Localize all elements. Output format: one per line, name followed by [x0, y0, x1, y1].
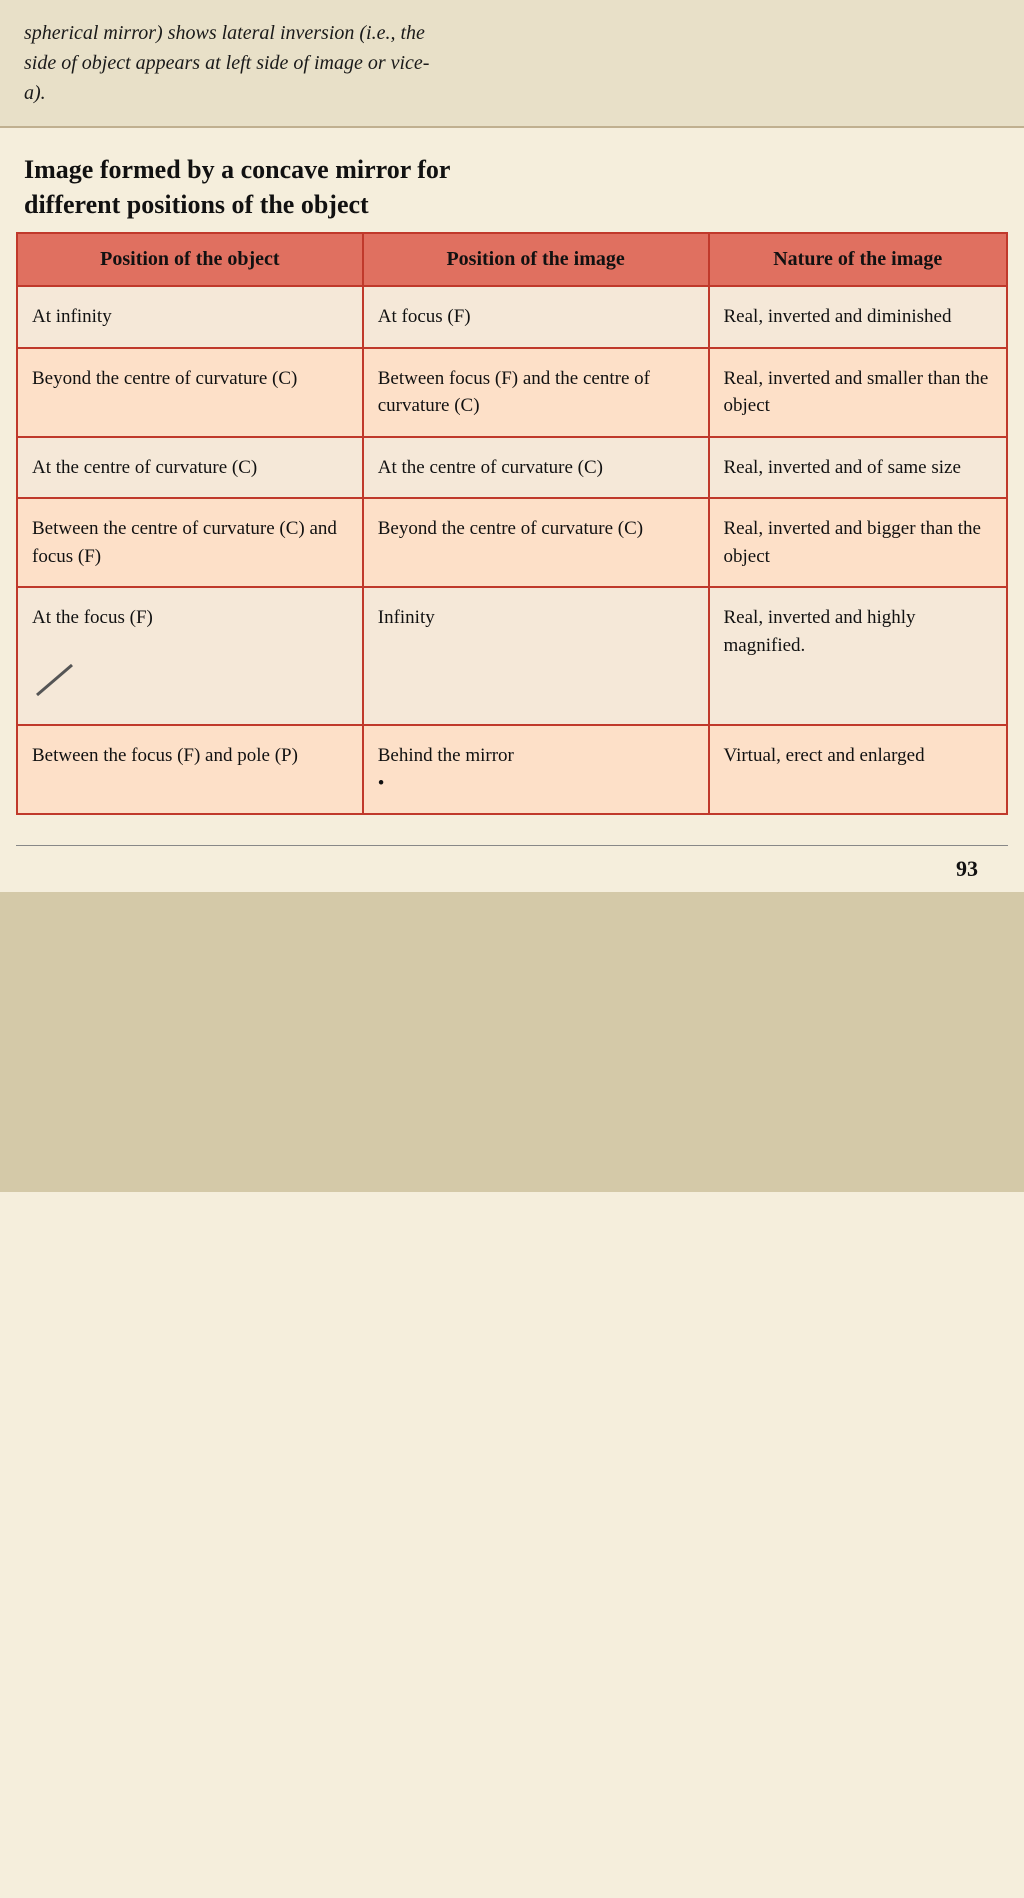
table-header-row: Position of the object Position of the i…: [17, 233, 1007, 286]
intro-text-box: spherical mirror) shows lateral inversio…: [0, 0, 1024, 128]
intro-line-1: spherical mirror) shows lateral inversio…: [24, 18, 1000, 48]
mirror-table: Position of the object Position of the i…: [16, 232, 1008, 815]
row-2-nature: Real, inverted and smaller than the obje…: [709, 348, 1008, 437]
row-2-object: Beyond the centre of curvature (C): [17, 348, 363, 437]
page-number-value: 93: [956, 856, 978, 881]
intro-line-3: a).: [24, 78, 1000, 108]
diagonal-mark-icon: [32, 660, 82, 700]
row-3-image: At the centre of curvature (C): [363, 437, 709, 499]
row-1-image: At focus (F): [363, 286, 709, 348]
section-heading: Image formed by a concave mirror for dif…: [0, 128, 1024, 232]
row-1-nature: Real, inverted and diminished: [709, 286, 1008, 348]
row-3-object: At the centre of curvature (C): [17, 437, 363, 499]
page-number: 93: [16, 845, 1008, 892]
col-header-3: Nature of the image: [709, 233, 1008, 286]
heading-line-2: different positions of the object: [24, 190, 369, 219]
row-6-nature: Virtual, erect and enlarged: [709, 725, 1008, 814]
row-2-image: Between focus (F) and the centre of curv…: [363, 348, 709, 437]
row-6-image-text: Behind the mirror: [378, 745, 514, 766]
row-4-object: Between the centre of curvature (C) and …: [17, 498, 363, 587]
table-row: Between the focus (F) and pole (P) Behin…: [17, 725, 1007, 814]
table-container: Position of the object Position of the i…: [0, 232, 1024, 845]
row-6-image-dot: •: [378, 773, 385, 794]
heading-line-1: Image formed by a concave mirror for: [24, 155, 450, 184]
table-row: Between the centre of curvature (C) and …: [17, 498, 1007, 587]
row-5-nature: Real, inverted and highly magnified.: [709, 587, 1008, 725]
row-6-object: Between the focus (F) and pole (P): [17, 725, 363, 814]
row-4-nature: Real, inverted and bigger than the objec…: [709, 498, 1008, 587]
row-5-object: At the focus (F): [17, 587, 363, 725]
page-content: spherical mirror) shows lateral inversio…: [0, 0, 1024, 1898]
table-row: Beyond the centre of curvature (C) Betwe…: [17, 348, 1007, 437]
table-row: At the focus (F) Infinity Real, inverted…: [17, 587, 1007, 725]
row-5-image: Infinity: [363, 587, 709, 725]
row-1-object: At infinity: [17, 286, 363, 348]
intro-line-2: side of object appears at left side of i…: [24, 48, 1000, 78]
table-row: At infinity At focus (F) Real, inverted …: [17, 286, 1007, 348]
col-header-1: Position of the object: [17, 233, 363, 286]
row-6-image: Behind the mirror •: [363, 725, 709, 814]
row-4-image: Beyond the centre of curvature (C): [363, 498, 709, 587]
col-header-2: Position of the image: [363, 233, 709, 286]
row-3-nature: Real, inverted and of same size: [709, 437, 1008, 499]
row-5-object-text: At the focus (F): [32, 607, 153, 628]
bottom-background: [0, 892, 1024, 1192]
table-row: At the centre of curvature (C) At the ce…: [17, 437, 1007, 499]
